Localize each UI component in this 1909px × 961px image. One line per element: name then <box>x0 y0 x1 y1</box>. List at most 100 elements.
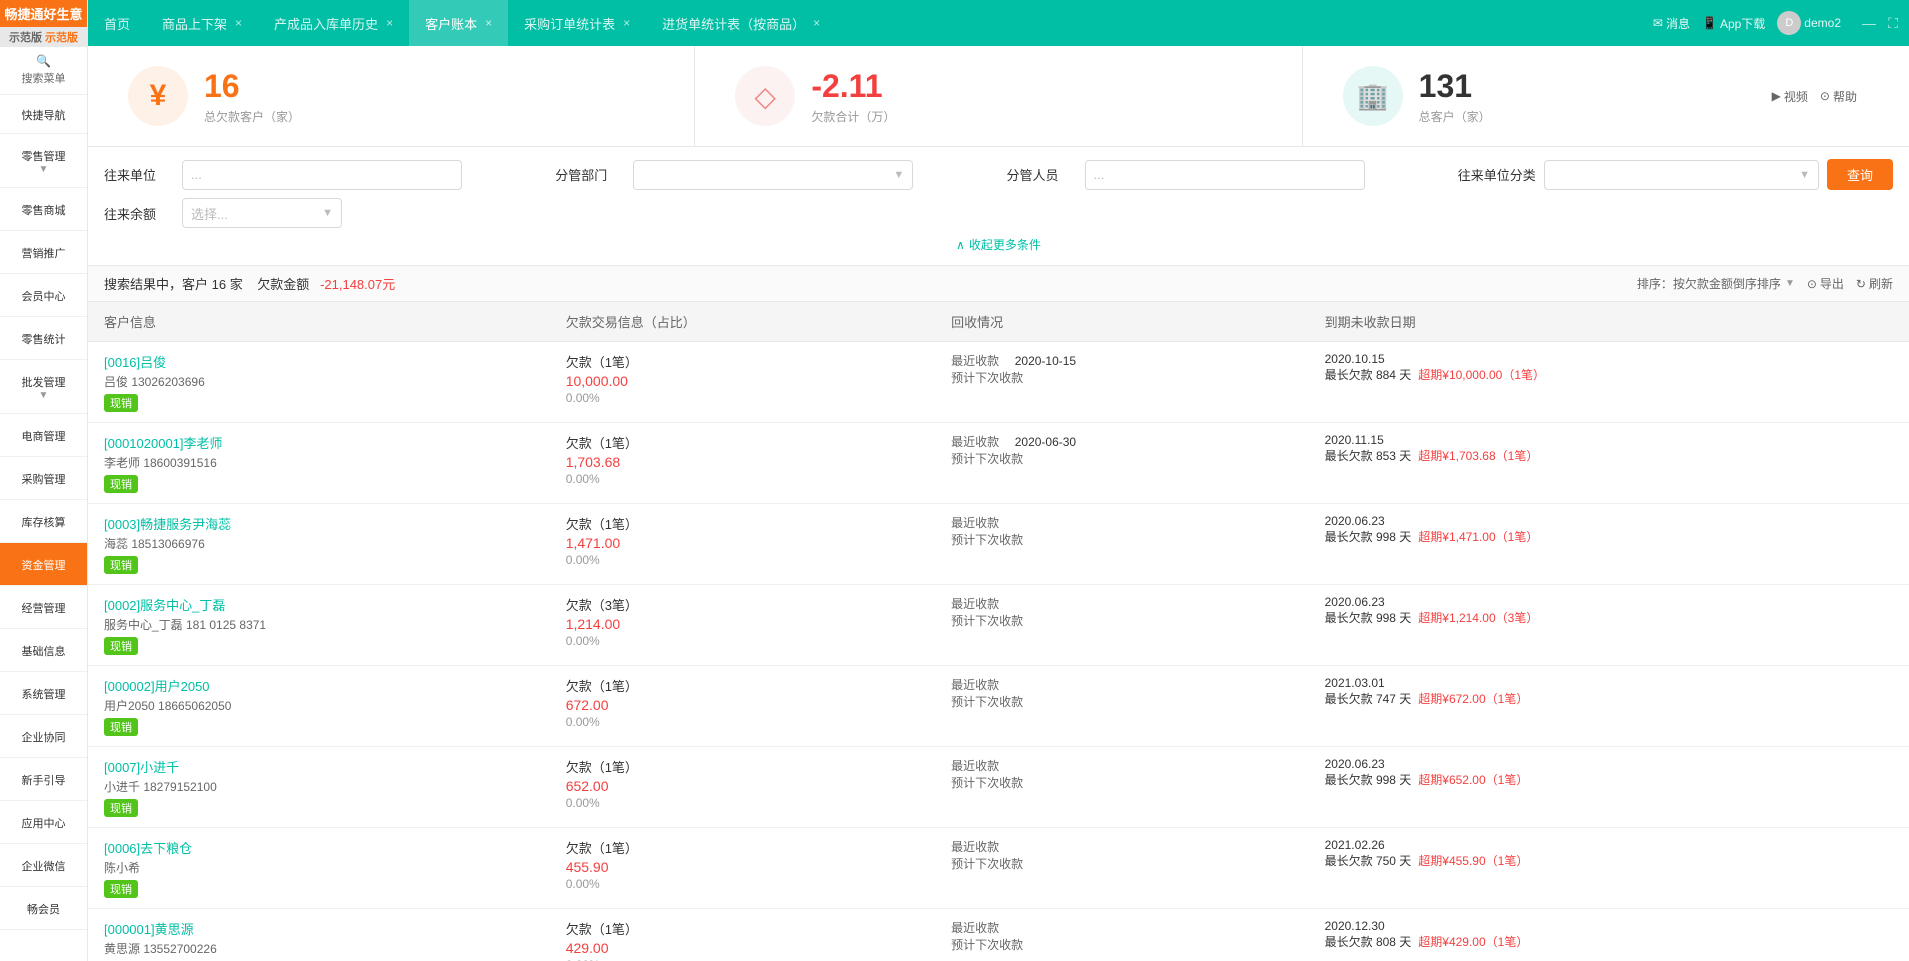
help-btn[interactable]: ⊙ 帮助 <box>1820 88 1857 105</box>
overdue-link-5[interactable]: 超期¥652.00（1笔） <box>1418 773 1528 787</box>
cell-customer-info-4: [000002]用户2050 用户2050 18665062050 现销 <box>88 666 550 747</box>
overdue-info-5: 最长欠款 998 天 超期¥652.00（1笔） <box>1325 771 1893 788</box>
sidebar-item-retail-mgmt[interactable]: 零售管理 ▼ <box>0 134 87 188</box>
tab-home[interactable]: 首页 <box>88 0 146 46</box>
debt-percent-2: 0.00% <box>566 553 919 567</box>
sidebar-item-newbie[interactable]: 新手引导 <box>0 758 87 801</box>
video-btn[interactable]: ▶ 视频 <box>1772 88 1808 105</box>
source-unit-group: 往来单位 ... <box>104 160 539 190</box>
maximize-icon[interactable]: ⛶ <box>1885 15 1901 31</box>
customer-tag-2: 现销 <box>104 556 138 574</box>
cell-due-date-2: 2020.06.23 最长欠款 998 天 超期¥1,471.00（1笔） <box>1309 504 1909 585</box>
customer-name-6[interactable]: [0006]去下粮仓 <box>104 838 534 857</box>
cell-debt-info-1: 欠款（1笔） 1,703.68 0.00% <box>550 423 935 504</box>
sidebar-item-retail-stats[interactable]: 零售统计 <box>0 317 87 360</box>
customer-name-4[interactable]: [000002]用户2050 <box>104 676 534 695</box>
customer-name-0[interactable]: [0016]吕俊 <box>104 352 534 371</box>
sidebar-item-finance[interactable]: 资金管理 <box>0 543 87 586</box>
app-logo[interactable]: 畅捷通好生意 示范版 示范版 <box>0 0 87 46</box>
due-date-4: 2021.03.01 <box>1325 676 1893 690</box>
basic-info-label: 基础信息 <box>6 643 81 659</box>
close-icon[interactable]: × <box>235 16 242 30</box>
user-profile[interactable]: D demo2 <box>1777 11 1841 35</box>
sidebar-item-sys-mgmt[interactable]: 系统管理 <box>0 672 87 715</box>
inventory-label: 库存核算 <box>6 514 81 530</box>
close-icon-4[interactable]: × <box>623 16 630 30</box>
next-recovery-0: 预计下次收款 <box>951 369 1293 386</box>
overdue-link-6[interactable]: 超期¥455.90（1笔） <box>1418 854 1528 868</box>
person-input[interactable]: ... <box>1085 160 1365 190</box>
overdue-days-5: 最长欠款 998 天 <box>1325 773 1415 787</box>
debt-amount-0: 10,000.00 <box>566 373 919 389</box>
sort-selector[interactable]: 排序：按欠款金额倒序排序 ▼ <box>1637 275 1795 292</box>
stat-card-debt-customers: ¥ 16 总欠款客户（家） <box>88 46 695 146</box>
sidebar-item-app-center[interactable]: 应用中心 <box>0 801 87 844</box>
sidebar-item-purchase[interactable]: 采购管理 <box>0 457 87 500</box>
tab-customer-account[interactable]: 客户账本 × <box>409 0 508 46</box>
sidebar-item-member[interactable]: 会员中心 <box>0 274 87 317</box>
debt-amount-6: 455.90 <box>566 859 919 875</box>
sidebar-item-inventory[interactable]: 库存核算 <box>0 500 87 543</box>
customer-name-2[interactable]: [0003]畅捷服务尹海蕊 <box>104 514 534 533</box>
dept-select[interactable]: ▼ <box>633 160 913 190</box>
export-btn[interactable]: ⊙ 导出 <box>1807 275 1844 292</box>
close-icon-3[interactable]: × <box>485 16 492 30</box>
nav-tabs: 首页 商品上下架 × 产成品入库单历史 × 客户账本 × 采购订单统计表 × <box>88 0 1641 46</box>
source-unit-input[interactable]: ... <box>182 160 462 190</box>
tab-purchase-order[interactable]: 采购订单统计表 × <box>508 0 646 46</box>
balance-select[interactable]: 选择... ▼ <box>182 198 342 228</box>
debt-percent-3: 0.00% <box>566 634 919 648</box>
source-unit-label: 往来单位 <box>104 165 174 184</box>
due-date-3: 2020.06.23 <box>1325 595 1893 609</box>
minimize-icon[interactable]: — <box>1861 15 1877 31</box>
sidebar-item-ops-mgmt[interactable]: 经营管理 <box>0 586 87 629</box>
results-prefix: 搜索结果中，客户 <box>104 277 208 292</box>
sidebar-item-corp-wechat[interactable]: 企业微信 <box>0 844 87 887</box>
next-recovery-2: 预计下次收款 <box>951 531 1293 548</box>
sidebar-item-corp-collab[interactable]: 企业协同 <box>0 715 87 758</box>
message-btn[interactable]: ✉ 消息 <box>1653 15 1690 32</box>
balance-label: 往来余额 <box>104 204 174 223</box>
close-icon-2[interactable]: × <box>386 16 393 30</box>
cell-debt-info-4: 欠款（1笔） 672.00 0.00% <box>550 666 935 747</box>
collapse-btn[interactable]: ∧ 收起更多条件 <box>104 236 1893 253</box>
sidebar-item-search[interactable]: 🔍 搜索菜单 <box>0 46 87 95</box>
customer-name-5[interactable]: [0007]小进千 <box>104 757 534 776</box>
quick-nav-label: 快捷导航 <box>6 107 81 123</box>
chevron-down-icon-balance: ▼ <box>322 207 333 219</box>
recovery-label-5: 最近收款 <box>951 759 999 773</box>
close-icon-5[interactable]: × <box>813 16 820 30</box>
sidebar-item-quick-nav[interactable]: 快捷导航 <box>0 95 87 134</box>
cell-recovery-6: 最近收款 预计下次收款 <box>935 828 1309 909</box>
cell-due-date-3: 2020.06.23 最长欠款 998 天 超期¥1,214.00（3笔） <box>1309 585 1909 666</box>
overdue-link-7[interactable]: 超期¥429.00（1笔） <box>1418 935 1528 949</box>
search-button[interactable]: 查询 <box>1827 159 1893 190</box>
tab-purchase-stats[interactable]: 进货单统计表（按商品） × <box>646 0 836 46</box>
customer-name-7[interactable]: [000001]黄思源 <box>104 919 534 938</box>
sidebar-item-marketing[interactable]: 营销推广 <box>0 231 87 274</box>
overdue-days-6: 最长欠款 750 天 <box>1325 854 1415 868</box>
overdue-link-4[interactable]: 超期¥672.00（1笔） <box>1418 692 1528 706</box>
customer-name-1[interactable]: [0001020001]李老师 <box>104 433 534 452</box>
refresh-btn[interactable]: ↻ 刷新 <box>1856 275 1893 292</box>
overdue-link-2[interactable]: 超期¥1,471.00（1笔） <box>1418 530 1538 544</box>
overdue-link-1[interactable]: 超期¥1,703.68（1笔） <box>1418 449 1538 463</box>
sidebar-item-basic-info[interactable]: 基础信息 <box>0 629 87 672</box>
sidebar-item-batch-mgmt[interactable]: 批发管理 ▼ <box>0 360 87 414</box>
customer-name-3[interactable]: [0002]服务中心_丁磊 <box>104 595 534 614</box>
tab-product-offline[interactable]: 商品上下架 × <box>146 0 258 46</box>
sidebar-item-ecommerce[interactable]: 电商管理 <box>0 414 87 457</box>
tab-product-history[interactable]: 产成品入库单历史 × <box>258 0 409 46</box>
app-download-btn[interactable]: 📱 App下载 <box>1702 15 1765 32</box>
debt-count-4: 欠款（1笔） <box>566 676 919 695</box>
table-row: [0007]小进千 小进千 18279152100 现销 欠款（1笔） 652.… <box>88 747 1909 828</box>
debt-customers-icon: ¥ <box>128 66 188 126</box>
unit-class-select[interactable]: ▼ <box>1544 160 1819 190</box>
overdue-link-3[interactable]: 超期¥1,214.00（3笔） <box>1418 611 1538 625</box>
sidebar-item-retail-store[interactable]: 零售商城 <box>0 188 87 231</box>
filter-area: 往来单位 ... 分管部门 ▼ 分管人员 ... <box>88 147 1909 266</box>
sidebar-item-vip-member[interactable]: 畅会员 <box>0 887 87 930</box>
next-recovery-1: 预计下次收款 <box>951 450 1293 467</box>
customer-tag-5: 现销 <box>104 799 138 817</box>
overdue-link-0[interactable]: 超期¥10,000.00（1笔） <box>1418 368 1545 382</box>
